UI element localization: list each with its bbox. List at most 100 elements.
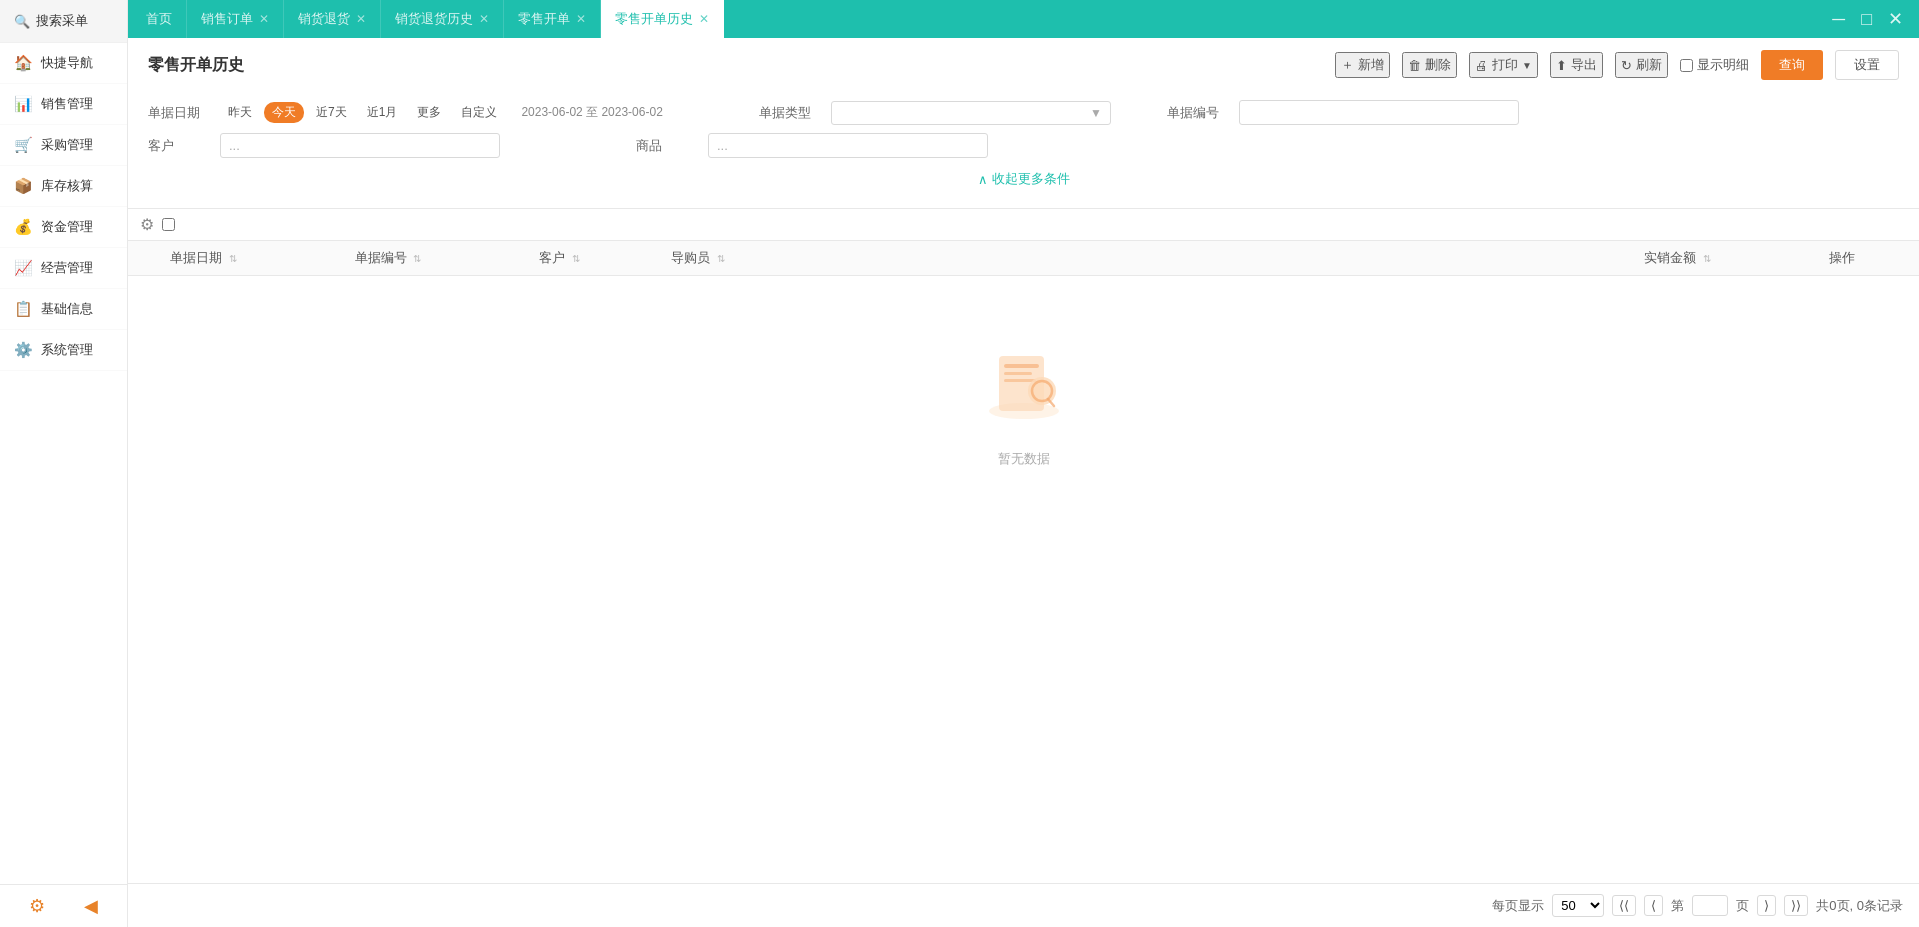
date-range-display: 2023-06-02 至 2023-06-02: [521, 104, 662, 121]
date-opt-custom[interactable]: 自定义: [453, 102, 505, 123]
table-header-row: 单据日期 ⇅ 单据编号 ⇅ 客户 ⇅: [128, 241, 1919, 276]
delete-button[interactable]: 🗑 删除: [1402, 52, 1457, 78]
ops-icon: 📈: [14, 259, 33, 277]
refresh-button[interactable]: ↻ 刷新: [1615, 52, 1668, 78]
print-icon: 🖨: [1475, 58, 1488, 73]
sidebar-settings-btn[interactable]: ⚙: [29, 895, 45, 917]
tab-sales-order-close[interactable]: ✕: [259, 12, 269, 26]
add-label: 新增: [1358, 56, 1384, 74]
col-number-label: 单据编号: [355, 250, 407, 265]
tab-bar-right: ─ □ ✕: [1828, 8, 1915, 30]
table-gear-btn[interactable]: ⚙: [140, 215, 154, 234]
collapse-button[interactable]: ∧ 收起更多条件: [978, 170, 1070, 188]
tab-sales-order[interactable]: 销售订单 ✕: [187, 0, 284, 38]
tab-sales-return-label: 销货退货: [298, 10, 350, 28]
empty-text: 暂无数据: [998, 450, 1050, 468]
window-close-btn[interactable]: ✕: [1884, 8, 1907, 30]
table-head: 单据日期 ⇅ 单据编号 ⇅ 客户 ⇅: [128, 241, 1919, 276]
finance-icon: 💰: [14, 218, 33, 236]
col-guide-sort[interactable]: ⇅: [717, 253, 725, 264]
sidebar: 🔍 搜索采单 🏠 快捷导航 📊 销售管理 🛒 采购管理 📦 库存核算 💰 资金管…: [0, 0, 128, 927]
tab-retail-open-history-label: 零售开单历史: [615, 10, 693, 28]
svg-rect-4: [1004, 379, 1036, 382]
sidebar-search-label: 搜索采单: [36, 12, 88, 30]
type-filter-select[interactable]: ▼: [831, 101, 1111, 125]
tab-sales-return-history-close[interactable]: ✕: [479, 12, 489, 26]
display-col-checkbox[interactable]: [1680, 59, 1693, 72]
date-opt-more[interactable]: 更多: [409, 102, 449, 123]
customer-filter-select[interactable]: ...: [220, 133, 500, 158]
search-icon: 🔍: [14, 14, 30, 29]
filter-row-date: 单据日期 昨天 今天 近7天 近1月 更多 自定义 2023-06-02 至 2…: [148, 100, 1899, 125]
sidebar-item-system-mgmt[interactable]: ⚙️ 系统管理: [0, 330, 127, 371]
sidebar-bottom: ⚙ ◀: [0, 884, 127, 927]
next-page-btn[interactable]: ⟩: [1757, 895, 1776, 916]
tab-bar: 首页 销售订单 ✕ 销货退货 ✕ 销货退货历史 ✕ 零售开单 ✕ 零售开单历史 …: [128, 0, 1919, 38]
collapse-label: 收起更多条件: [992, 170, 1070, 188]
tab-sales-return-history[interactable]: 销货退货历史 ✕: [381, 0, 504, 38]
number-filter-input[interactable]: [1239, 100, 1519, 125]
col-date-sort[interactable]: ⇅: [229, 253, 237, 264]
prev-page-btn[interactable]: ⟨: [1644, 895, 1663, 916]
tab-sales-order-label: 销售订单: [201, 10, 253, 28]
sidebar-item-label: 基础信息: [41, 300, 93, 318]
box-icon: 📦: [14, 177, 33, 195]
tab-sales-return-close[interactable]: ✕: [356, 12, 366, 26]
tab-retail-open-close[interactable]: ✕: [576, 12, 586, 26]
refresh-label: 刷新: [1636, 56, 1662, 74]
per-page-label: 每页显示: [1492, 897, 1544, 915]
cart-icon: 🛒: [14, 136, 33, 154]
tab-home[interactable]: 首页: [132, 0, 187, 38]
add-icon: ＋: [1341, 56, 1354, 74]
data-table: 单据日期 ⇅ 单据编号 ⇅ 客户 ⇅: [128, 241, 1919, 276]
type-filter-label: 单据类型: [759, 104, 815, 122]
delete-label: 删除: [1425, 56, 1451, 74]
col-customer-sort[interactable]: ⇅: [572, 253, 580, 264]
page-input[interactable]: 1: [1692, 895, 1728, 916]
tab-retail-open-history[interactable]: 零售开单历史 ✕: [601, 0, 724, 38]
print-button[interactable]: 🖨 打印 ▼: [1469, 52, 1538, 78]
sidebar-item-basic-info[interactable]: 📋 基础信息: [0, 289, 127, 330]
filter-row-customer: 客户 ... 商品 ...: [148, 133, 1899, 158]
date-options: 昨天 今天 近7天 近1月 更多 自定义: [220, 102, 505, 123]
sidebar-item-sales-mgmt[interactable]: 📊 销售管理: [0, 84, 127, 125]
select-all-checkbox[interactable]: [162, 218, 175, 231]
sidebar-item-operations[interactable]: 📈 经营管理: [0, 248, 127, 289]
settings-button[interactable]: 设置: [1835, 50, 1899, 80]
window-maximize-btn[interactable]: □: [1857, 9, 1876, 30]
sidebar-item-inventory[interactable]: 📦 库存核算: [0, 166, 127, 207]
sidebar-search[interactable]: 🔍 搜索采单: [0, 0, 127, 43]
date-opt-yesterday[interactable]: 昨天: [220, 102, 260, 123]
date-opt-last-month[interactable]: 近1月: [359, 102, 406, 123]
sidebar-item-label: 采购管理: [41, 136, 93, 154]
date-opt-last7[interactable]: 近7天: [308, 102, 355, 123]
tab-retail-open[interactable]: 零售开单 ✕: [504, 0, 601, 38]
table-wrapper: 单据日期 ⇅ 单据编号 ⇅ 客户 ⇅: [128, 241, 1919, 883]
window-minimize-btn[interactable]: ─: [1828, 9, 1849, 30]
sidebar-item-quick-nav[interactable]: 🏠 快捷导航: [0, 43, 127, 84]
table-toolbar: ⚙: [128, 209, 1919, 241]
filter-area: 单据日期 昨天 今天 近7天 近1月 更多 自定义 2023-06-02 至 2…: [148, 90, 1899, 208]
col-number: 单据编号 ⇅: [343, 241, 528, 276]
per-page-select[interactable]: 50 20 100: [1552, 894, 1604, 917]
sidebar-item-purchase-mgmt[interactable]: 🛒 采购管理: [0, 125, 127, 166]
delete-icon: 🗑: [1408, 58, 1421, 73]
display-col-check[interactable]: 显示明细: [1680, 56, 1749, 74]
add-button[interactable]: ＋ 新增: [1335, 52, 1390, 78]
export-button[interactable]: ⬆ 导出: [1550, 52, 1603, 78]
page-header: 零售开单历史 ＋ 新增 🗑 删除 🖨 打印 ▼: [128, 38, 1919, 209]
tab-sales-return[interactable]: 销货退货 ✕: [284, 0, 381, 38]
col-guide: 导购员 ⇅: [659, 241, 817, 276]
date-opt-today[interactable]: 今天: [264, 102, 304, 123]
first-page-btn[interactable]: ⟨⟨: [1612, 895, 1636, 916]
tab-retail-open-history-close[interactable]: ✕: [699, 12, 709, 26]
table-area: ⚙ 单据日期 ⇅ 单据编号 ⇅: [128, 209, 1919, 883]
query-button[interactable]: 查询: [1761, 50, 1823, 80]
sidebar-collapse-btn[interactable]: ◀: [84, 895, 98, 917]
col-number-sort[interactable]: ⇅: [413, 253, 421, 264]
col-amount-sort[interactable]: ⇅: [1703, 253, 1711, 264]
goods-filter-select[interactable]: ...: [708, 133, 988, 158]
tab-retail-open-label: 零售开单: [518, 10, 570, 28]
last-page-btn[interactable]: ⟩⟩: [1784, 895, 1808, 916]
sidebar-item-finance[interactable]: 💰 资金管理: [0, 207, 127, 248]
